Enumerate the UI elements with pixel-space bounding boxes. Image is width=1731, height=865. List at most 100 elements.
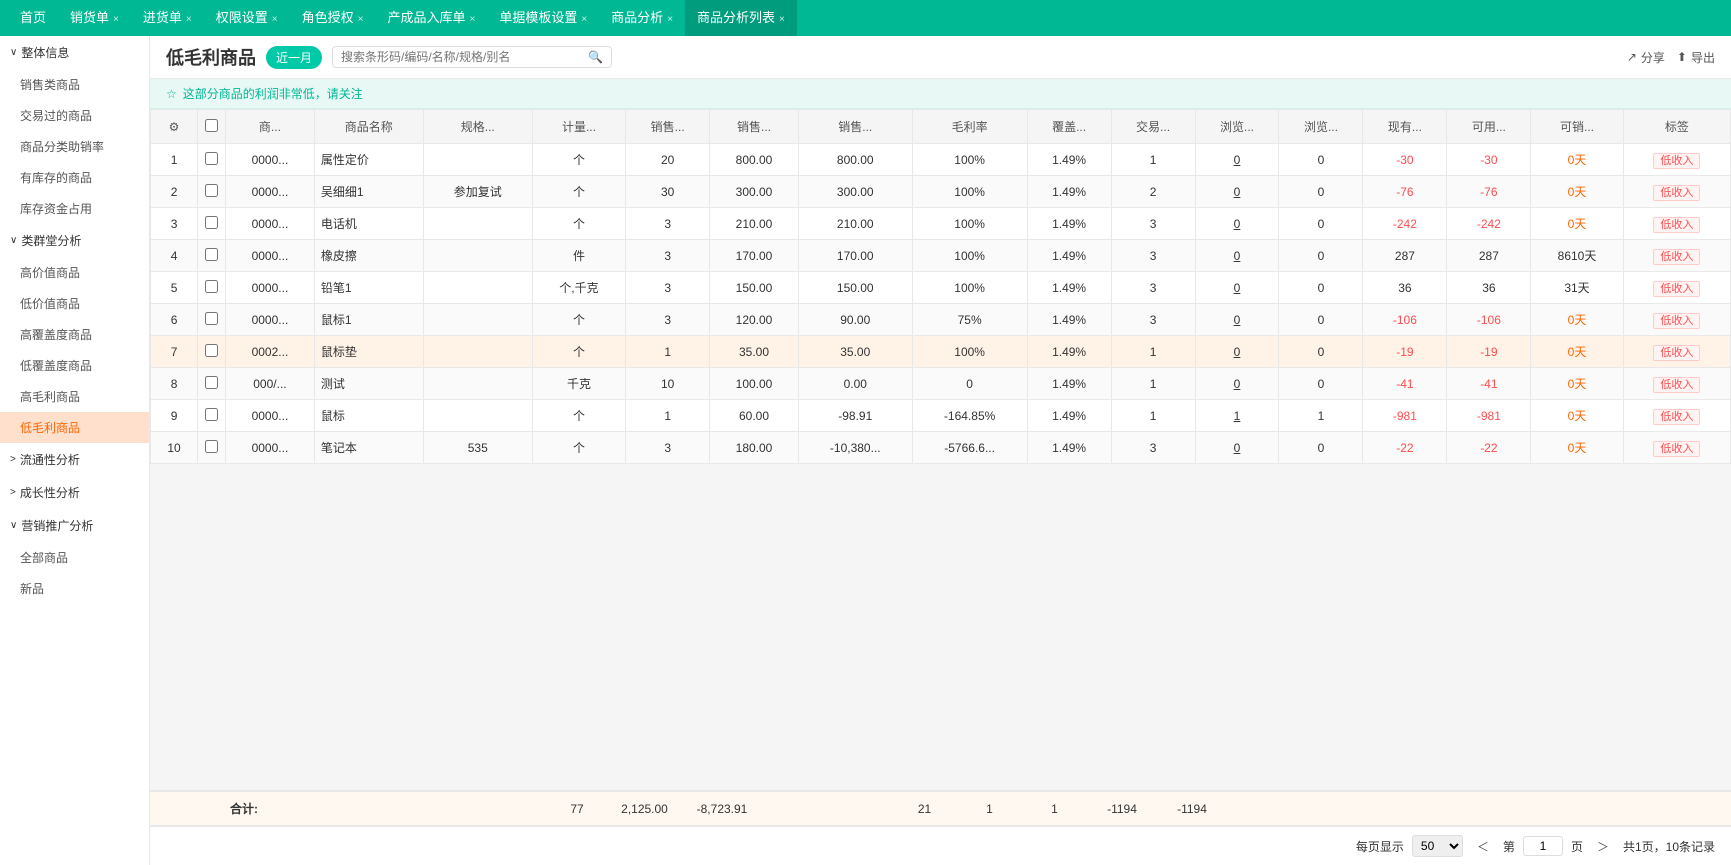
sidebar-item-库存资金占用[interactable]: 库存资金占用 xyxy=(0,193,149,224)
browse1-link[interactable]: 0 xyxy=(1234,249,1241,263)
nav-close-icon[interactable]: × xyxy=(779,14,785,25)
nav-close-icon[interactable]: × xyxy=(469,14,475,25)
row-checkbox-cell[interactable] xyxy=(198,208,226,240)
nav-close-icon[interactable]: × xyxy=(667,14,673,25)
nav-item-产成品入库单[interactable]: 产成品入库单× xyxy=(375,0,487,36)
browse1-link[interactable]: 0 xyxy=(1234,217,1241,231)
nav-close-icon[interactable]: × xyxy=(113,14,119,25)
sidebar-item-低价值商品[interactable]: 低价值商品 xyxy=(0,288,149,319)
page-input[interactable] xyxy=(1523,836,1563,856)
row-checkbox-cell[interactable] xyxy=(198,240,226,272)
settings-col-header[interactable]: ⚙ xyxy=(151,110,198,144)
row-checkbox-cell[interactable] xyxy=(198,176,226,208)
search-input[interactable] xyxy=(341,50,588,64)
row-checkbox[interactable] xyxy=(205,152,218,165)
sidebar-item-销售类商品[interactable]: 销售类商品 xyxy=(0,69,149,100)
row-browse1[interactable]: 0 xyxy=(1195,176,1279,208)
settings-icon[interactable]: ⚙ xyxy=(169,120,180,134)
sidebar-group-整体信息[interactable]: ∨整体信息 xyxy=(0,36,149,69)
share-button[interactable]: ↗ 分享 xyxy=(1627,49,1665,66)
nav-close-icon[interactable]: × xyxy=(272,14,278,25)
table-row[interactable]: 9 0000... 鼠标 个 1 60.00 -98.91 -164.85% 1… xyxy=(151,400,1731,432)
row-checkbox[interactable] xyxy=(205,344,218,357)
row-checkbox-cell[interactable] xyxy=(198,368,226,400)
sidebar-group-营销推广分析[interactable]: ∨营销推广分析 xyxy=(0,509,149,542)
row-checkbox-cell[interactable] xyxy=(198,144,226,176)
sidebar-item-新品[interactable]: 新品 xyxy=(0,573,149,604)
browse1-link[interactable]: 0 xyxy=(1234,185,1241,199)
select-all-checkbox[interactable] xyxy=(205,119,218,132)
row-checkbox[interactable] xyxy=(205,440,218,453)
select-all-col[interactable] xyxy=(198,110,226,144)
nav-item-单据模板设置[interactable]: 单据模板设置× xyxy=(487,0,599,36)
sidebar-item-高毛利商品[interactable]: 高毛利商品 xyxy=(0,381,149,412)
sidebar-item-高覆盖度商品[interactable]: 高覆盖度商品 xyxy=(0,319,149,350)
nav-item-商品分析列表[interactable]: 商品分析列表× xyxy=(685,0,797,36)
browse1-link[interactable]: 0 xyxy=(1234,281,1241,295)
sidebar-item-低毛利商品[interactable]: 低毛利商品 xyxy=(0,412,149,443)
browse1-link[interactable]: 1 xyxy=(1234,409,1241,423)
row-checkbox[interactable] xyxy=(205,216,218,229)
browse1-link[interactable]: 0 xyxy=(1234,313,1241,327)
prev-page-button[interactable]: ＜ xyxy=(1471,836,1495,857)
sidebar-item-有库存的商品[interactable]: 有库存的商品 xyxy=(0,162,149,193)
row-browse1[interactable]: 0 xyxy=(1195,144,1279,176)
table-row[interactable]: 1 0000... 属性定价 个 20 800.00 800.00 100% 1… xyxy=(151,144,1731,176)
row-checkbox[interactable] xyxy=(205,184,218,197)
nav-close-icon[interactable]: × xyxy=(358,14,364,25)
sidebar-item-全部商品[interactable]: 全部商品 xyxy=(0,542,149,573)
row-browse1[interactable]: 0 xyxy=(1195,240,1279,272)
row-checkbox[interactable] xyxy=(205,280,218,293)
table-row[interactable]: 6 0000... 鼠标1 个 3 120.00 90.00 75% 1.49%… xyxy=(151,304,1731,336)
row-browse1[interactable]: 0 xyxy=(1195,432,1279,464)
nav-item-权限设置[interactable]: 权限设置× xyxy=(204,0,290,36)
row-checkbox-cell[interactable] xyxy=(198,400,226,432)
browse1-link[interactable]: 0 xyxy=(1234,441,1241,455)
per-page-select[interactable]: 50 100 200 xyxy=(1412,835,1463,857)
nav-item-首页[interactable]: 首页 xyxy=(8,0,58,36)
browse1-link[interactable]: 0 xyxy=(1234,345,1241,359)
nav-item-商品分析[interactable]: 商品分析× xyxy=(599,0,685,36)
row-checkbox[interactable] xyxy=(205,312,218,325)
row-checkbox[interactable] xyxy=(205,376,218,389)
row-checkbox-cell[interactable] xyxy=(198,272,226,304)
row-browse1[interactable]: 0 xyxy=(1195,368,1279,400)
row-checkbox[interactable] xyxy=(205,408,218,421)
table-row[interactable]: 7 0002... 鼠标垫 个 1 35.00 35.00 100% 1.49%… xyxy=(151,336,1731,368)
table-row[interactable]: 2 0000... 吴细细1 参加复试 个 30 300.00 300.00 1… xyxy=(151,176,1731,208)
sidebar-group-流通性分析[interactable]: >流通性分析 xyxy=(0,443,149,476)
export-button[interactable]: ⬆ 导出 xyxy=(1677,49,1715,66)
nav-item-进货单[interactable]: 进货单× xyxy=(131,0,204,36)
table-row[interactable]: 3 0000... 电话机 个 3 210.00 210.00 100% 1.4… xyxy=(151,208,1731,240)
nav-item-角色授权[interactable]: 角色授权× xyxy=(290,0,376,36)
row-browse1[interactable]: 0 xyxy=(1195,304,1279,336)
sidebar-group-成长性分析[interactable]: >成长性分析 xyxy=(0,476,149,509)
sidebar-item-交易过的商品[interactable]: 交易过的商品 xyxy=(0,100,149,131)
table-row[interactable]: 4 0000... 橡皮擦 件 3 170.00 170.00 100% 1.4… xyxy=(151,240,1731,272)
row-checkbox-cell[interactable] xyxy=(198,336,226,368)
sidebar-item-高价值商品[interactable]: 高价值商品 xyxy=(0,257,149,288)
table-container[interactable]: ⚙ 商... 商品名称 规格... 计量... 销售... 销售... 销售..… xyxy=(150,109,1731,790)
table-row[interactable]: 10 0000... 笔记本 535 个 3 180.00 -10,380...… xyxy=(151,432,1731,464)
search-icon[interactable]: 🔍 xyxy=(588,50,603,64)
sidebar-item-低覆盖度商品[interactable]: 低覆盖度商品 xyxy=(0,350,149,381)
sidebar-group-类群堂分析[interactable]: ∨类群堂分析 xyxy=(0,224,149,257)
sidebar-item-商品分类助销率[interactable]: 商品分类助销率 xyxy=(0,131,149,162)
next-page-button[interactable]: ＞ xyxy=(1591,836,1615,857)
row-browse1[interactable]: 1 xyxy=(1195,400,1279,432)
row-browse1[interactable]: 0 xyxy=(1195,336,1279,368)
row-checkbox[interactable] xyxy=(205,248,218,261)
row-checkbox-cell[interactable] xyxy=(198,432,226,464)
browse1-link[interactable]: 0 xyxy=(1234,153,1241,167)
nav-close-icon[interactable]: × xyxy=(186,14,192,25)
table-row[interactable]: 5 0000... 铅笔1 个,千克 3 150.00 150.00 100% … xyxy=(151,272,1731,304)
browse1-link[interactable]: 0 xyxy=(1234,377,1241,391)
nav-item-销货单[interactable]: 销货单× xyxy=(58,0,131,36)
row-browse1[interactable]: 0 xyxy=(1195,208,1279,240)
row-browse1[interactable]: 0 xyxy=(1195,272,1279,304)
row-checkbox-cell[interactable] xyxy=(198,304,226,336)
filter-recent-month-button[interactable]: 近一月 xyxy=(266,46,322,69)
table-row[interactable]: 8 000/... 测试 千克 10 100.00 0.00 0 1.49% 1… xyxy=(151,368,1731,400)
nav-close-icon[interactable]: × xyxy=(581,14,587,25)
sidebar-arrow-icon: ∨ xyxy=(10,235,17,246)
